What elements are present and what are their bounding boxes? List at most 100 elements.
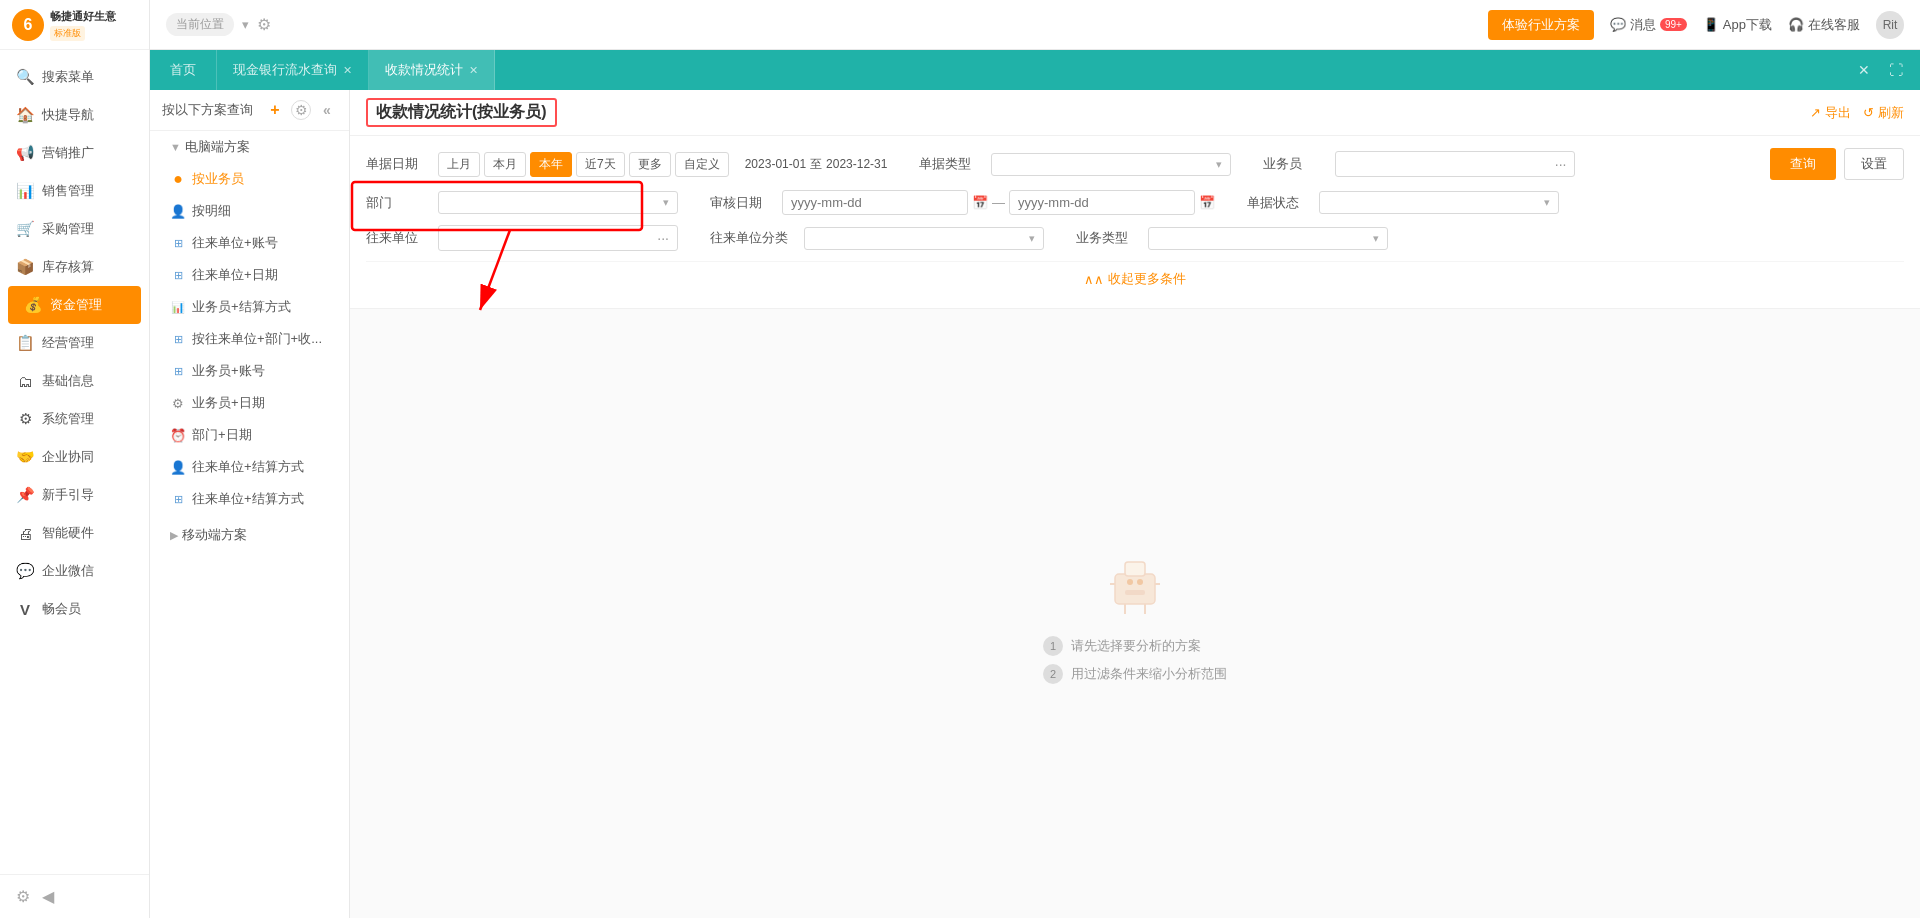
sidebar-item-quicknav[interactable]: 🏠 快捷导航 — [0, 96, 149, 134]
panel-title-bar: 收款情况统计(按业务员) ↗ 导出 ↺ 刷新 — [350, 90, 1920, 136]
tab-collection-close[interactable]: ✕ — [469, 64, 478, 77]
collapse-icon: ∧∧ — [1084, 272, 1104, 287]
sidebar-item-marketing[interactable]: 📢 营销推广 — [0, 134, 149, 172]
refresh-button[interactable]: ↺ 刷新 — [1863, 104, 1904, 122]
date-label: 单据日期 — [366, 155, 422, 173]
scheme-settings-icon[interactable]: ⚙ — [291, 100, 311, 120]
sidebar-item-enterprise[interactable]: 🤝 企业协同 — [0, 438, 149, 476]
expand-arrow: ▼ — [170, 141, 181, 153]
sidebar: 6 畅捷通好生意 标准版 🔍 搜索菜单 🏠 快捷导航 📢 营销推广 📊 销售管理… — [0, 0, 150, 918]
unit-select[interactable]: ··· — [438, 225, 678, 251]
sidebar-item-inventory[interactable]: 📦 库存核算 — [0, 248, 149, 286]
scheme-salesperson-account[interactable]: ⊞ 业务员+账号 — [158, 355, 349, 387]
side-panel-header: 按以下方案查询 + ⚙ « — [150, 90, 349, 131]
sidebar-item-search[interactable]: 🔍 搜索菜单 — [0, 58, 149, 96]
unit-category-label: 往来单位分类 — [710, 229, 788, 247]
content-area: 按以下方案查询 + ⚙ « ▼ 电脑端方案 ● 按业务员 👤 — [150, 90, 1920, 918]
app-download-action[interactable]: 📱 App下载 — [1703, 16, 1772, 34]
panel-collapse-icon[interactable]: « — [317, 100, 337, 120]
scheme-unit-account[interactable]: ⊞ 往来单位+账号 — [158, 227, 349, 259]
dept-date-icon: ⏰ — [170, 427, 186, 443]
salesperson-select[interactable]: ··· — [1335, 151, 1575, 177]
date-btn-this-year[interactable]: 本年 — [530, 152, 572, 177]
settings-footer-icon[interactable]: ⚙ — [16, 887, 30, 906]
mobile-section-title[interactable]: ▶ 移动端方案 — [158, 519, 349, 551]
review-date-from[interactable] — [782, 190, 968, 215]
message-action[interactable]: 💬 消息 99+ — [1610, 16, 1687, 34]
trial-plan-button[interactable]: 体验行业方案 — [1488, 10, 1594, 40]
user-avatar[interactable]: Rit — [1876, 11, 1904, 39]
window-maximize-button[interactable]: ⛶ — [1884, 58, 1908, 82]
logo-icon: 6 — [12, 9, 44, 41]
unit-payment1-icon: 👤 — [170, 459, 186, 475]
unit-payment2-icon: ⊞ — [170, 491, 186, 507]
sidebar-item-guide[interactable]: 📌 新手引导 — [0, 476, 149, 514]
download-icon: 📱 — [1703, 17, 1719, 32]
scheme-unit-date[interactable]: ⊞ 往来单位+日期 — [158, 259, 349, 291]
salesperson-active-icon: ● — [170, 171, 186, 187]
export-button[interactable]: ↗ 导出 — [1810, 104, 1851, 122]
guide-icon: 📌 — [16, 486, 34, 504]
tab-home[interactable]: 首页 — [150, 50, 217, 90]
date-btn-this-month[interactable]: 本月 — [484, 152, 526, 177]
doc-status-label: 单据状态 — [1247, 194, 1303, 212]
date-btn-custom[interactable]: 自定义 — [675, 152, 729, 177]
unit-category-select[interactable]: ▾ — [804, 227, 1044, 250]
date-btn-7days[interactable]: 近7天 — [576, 152, 625, 177]
marketing-icon: 📢 — [16, 144, 34, 162]
tab-collection[interactable]: 收款情况统计 ✕ — [369, 50, 495, 90]
scheme-unit-payment2[interactable]: ⊞ 往来单位+结算方式 — [158, 483, 349, 515]
doc-type-label: 单据类型 — [919, 155, 975, 173]
biz-type-select[interactable]: ▾ — [1148, 227, 1388, 250]
sidebar-item-operation[interactable]: 📋 经营管理 — [0, 324, 149, 362]
tab-bank-close[interactable]: ✕ — [343, 64, 352, 77]
scheme-by-salesperson[interactable]: ● 按业务员 — [158, 163, 349, 195]
empty-steps: 1 请先选择要分析的方案 2 用过滤条件来缩小分析范围 — [1043, 636, 1227, 684]
review-date-label: 审核日期 — [710, 194, 766, 212]
doc-type-select[interactable]: ▾ — [991, 153, 1231, 176]
doc-status-select[interactable]: ▾ — [1319, 191, 1559, 214]
sidebar-item-sales[interactable]: 📊 销售管理 — [0, 172, 149, 210]
scheme-dept-date[interactable]: ⏰ 部门+日期 — [158, 419, 349, 451]
desktop-section-title[interactable]: ▼ 电脑端方案 — [158, 131, 349, 163]
refresh-icon: ↺ — [1863, 105, 1874, 120]
empty-step-2: 2 用过滤条件来缩小分析范围 — [1043, 664, 1227, 684]
salesperson-payment-icon: 📊 — [170, 299, 186, 315]
date-btn-more[interactable]: 更多 — [629, 152, 671, 177]
filter-actions: 查询 设置 — [1770, 148, 1904, 180]
window-close-button[interactable]: ✕ — [1852, 58, 1876, 82]
main-panel: 收款情况统计(按业务员) ↗ 导出 ↺ 刷新 单据日期 — [350, 90, 1920, 918]
tab-bank[interactable]: 现金银行流水查询 ✕ — [217, 50, 369, 90]
breadcrumb: 当前位置 — [166, 13, 234, 36]
sidebar-item-member[interactable]: V 畅会员 — [0, 590, 149, 628]
unit-date-icon: ⊞ — [170, 267, 186, 283]
topbar-right: 体验行业方案 💬 消息 99+ 📱 App下载 🎧 在线客服 Rit — [1488, 10, 1904, 40]
sidebar-item-wechat[interactable]: 💬 企业微信 — [0, 552, 149, 590]
collapse-bar[interactable]: ∧∧ 收起更多条件 — [366, 261, 1904, 296]
add-scheme-icon[interactable]: + — [265, 100, 285, 120]
sidebar-item-system[interactable]: ⚙ 系统管理 — [0, 400, 149, 438]
online-service-action[interactable]: 🎧 在线客服 — [1788, 16, 1860, 34]
calendar-to-icon[interactable]: 📅 — [1199, 195, 1215, 210]
sidebar-item-hardware[interactable]: 🖨 智能硬件 — [0, 514, 149, 552]
svg-rect-1 — [1125, 562, 1145, 576]
date-btn-last-month[interactable]: 上月 — [438, 152, 480, 177]
main-area: 当前位置 ▾ ⚙ 体验行业方案 💬 消息 99+ 📱 App下载 🎧 在线客服 … — [150, 0, 1920, 918]
settings-button[interactable]: 设置 — [1844, 148, 1904, 180]
sidebar-item-finance[interactable]: 💰 资金管理 — [8, 286, 141, 324]
calendar-from-icon[interactable]: 📅 — [972, 195, 988, 210]
scheme-by-detail[interactable]: 👤 按明细 — [158, 195, 349, 227]
sidebar-item-basic[interactable]: 🗂 基础信息 — [0, 362, 149, 400]
query-button[interactable]: 查询 — [1770, 148, 1836, 180]
sidebar-item-purchase[interactable]: 🛒 采购管理 — [0, 210, 149, 248]
scheme-salesperson-date[interactable]: ⚙ 业务员+日期 — [158, 387, 349, 419]
scheme-unit-dept-collection[interactable]: ⊞ 按往来单位+部门+收... — [158, 323, 349, 355]
detail-icon: 👤 — [170, 203, 186, 219]
topbar-left: 当前位置 ▾ ⚙ — [166, 13, 1476, 36]
settings-topbar-icon[interactable]: ⚙ — [257, 15, 271, 34]
collapse-sidebar-icon[interactable]: ◀ — [42, 887, 54, 906]
review-date-to[interactable] — [1009, 190, 1195, 215]
scheme-salesperson-payment[interactable]: 📊 业务员+结算方式 — [158, 291, 349, 323]
dept-select[interactable]: ▾ — [438, 191, 678, 214]
scheme-unit-payment1[interactable]: 👤 往来单位+结算方式 — [158, 451, 349, 483]
